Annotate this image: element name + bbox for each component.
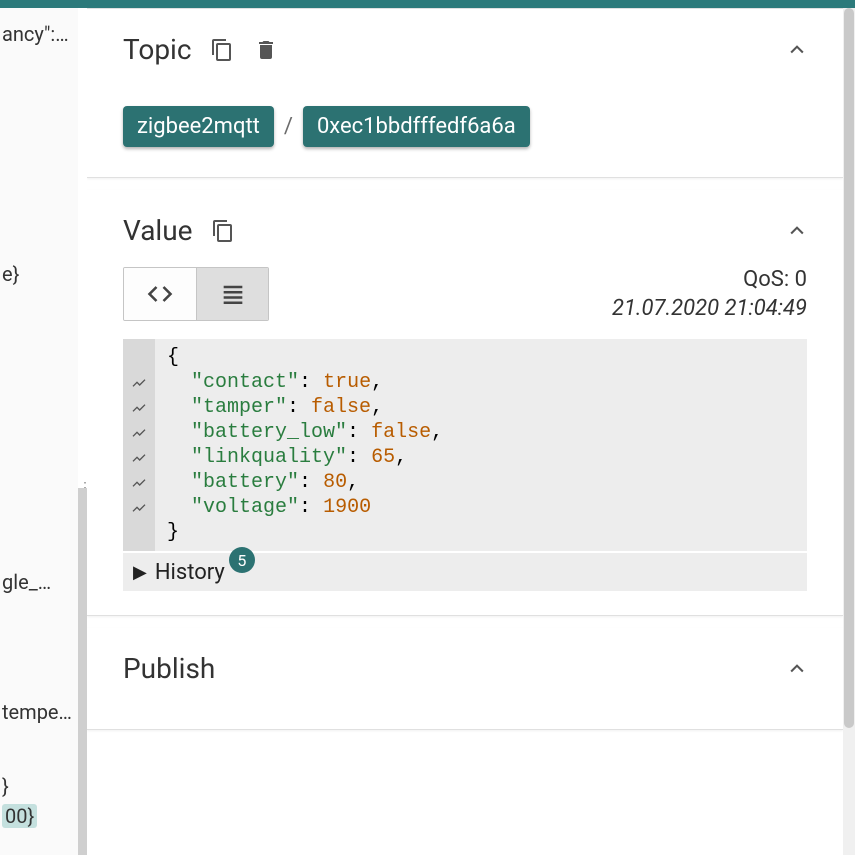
triangle-right-icon: ▶ xyxy=(133,562,147,583)
raw-view-button[interactable] xyxy=(124,268,196,320)
tree-fragment[interactable]: 00} xyxy=(0,802,78,830)
publish-panel: Publish xyxy=(87,628,843,730)
topic-panel-header: Topic xyxy=(87,9,843,76)
detail-pane: Topic zigbee2mqtt / 0xec1bbdfffedf6a6a V… xyxy=(87,8,843,855)
formatted-view-button[interactable] xyxy=(196,268,268,320)
publish-panel-header: Publish xyxy=(87,628,843,709)
publish-title: Publish xyxy=(123,652,215,685)
app-topbar xyxy=(0,0,855,8)
scrollbar-thumb[interactable] xyxy=(844,8,854,728)
tree-fragment[interactable]: ancy":… xyxy=(0,20,78,48)
tree-fragment[interactable]: e} xyxy=(0,260,78,288)
scrollbar-vertical[interactable] xyxy=(843,8,855,855)
tree-fragment[interactable]: tempe… xyxy=(0,698,78,726)
topic-chip[interactable]: zigbee2mqtt xyxy=(123,106,274,147)
topic-panel: Topic zigbee2mqtt / 0xec1bbdfffedf6a6a xyxy=(87,9,843,178)
value-panel: Value QoS: 0 xyxy=(87,190,843,616)
tree-fragment[interactable]: gle_… xyxy=(0,568,78,596)
pane-splitter[interactable]: ⋮ xyxy=(78,8,87,855)
topic-chip[interactable]: 0xec1bbdfffedf6a6a xyxy=(303,106,530,147)
qos-label: QoS: 0 xyxy=(612,267,807,292)
value-view-toggle xyxy=(123,267,269,321)
delete-icon[interactable] xyxy=(254,38,278,62)
topic-title: Topic xyxy=(123,33,192,66)
code-gutter xyxy=(123,339,155,551)
value-panel-header: Value xyxy=(87,190,843,257)
history-count-badge: 5 xyxy=(229,547,255,573)
topic-chip-separator: / xyxy=(284,114,293,139)
topic-tree-sidebar[interactable]: ancy":… e} gle_… tempe… } 00} xyxy=(0,8,78,855)
chevron-up-icon[interactable] xyxy=(787,40,807,60)
copy-icon[interactable] xyxy=(210,38,234,62)
chevron-up-icon[interactable] xyxy=(787,221,807,241)
payload-code-block: { "contact": true, "tamper": false, "bat… xyxy=(123,339,807,551)
topic-breadcrumb: zigbee2mqtt / 0xec1bbdfffedf6a6a xyxy=(87,76,843,177)
value-meta: QoS: 0 21.07.2020 21:04:49 xyxy=(612,267,807,321)
chevron-up-icon[interactable] xyxy=(787,659,807,679)
timestamp: 21.07.2020 21:04:49 xyxy=(612,296,807,321)
value-title: Value xyxy=(123,214,193,247)
tree-fragment[interactable]: } xyxy=(0,772,78,800)
history-label: History xyxy=(155,560,225,585)
payload-json[interactable]: { "contact": true, "tamper": false, "bat… xyxy=(155,339,807,551)
copy-icon[interactable] xyxy=(211,219,235,243)
history-toggle[interactable]: ▶ History 5 xyxy=(123,553,807,591)
